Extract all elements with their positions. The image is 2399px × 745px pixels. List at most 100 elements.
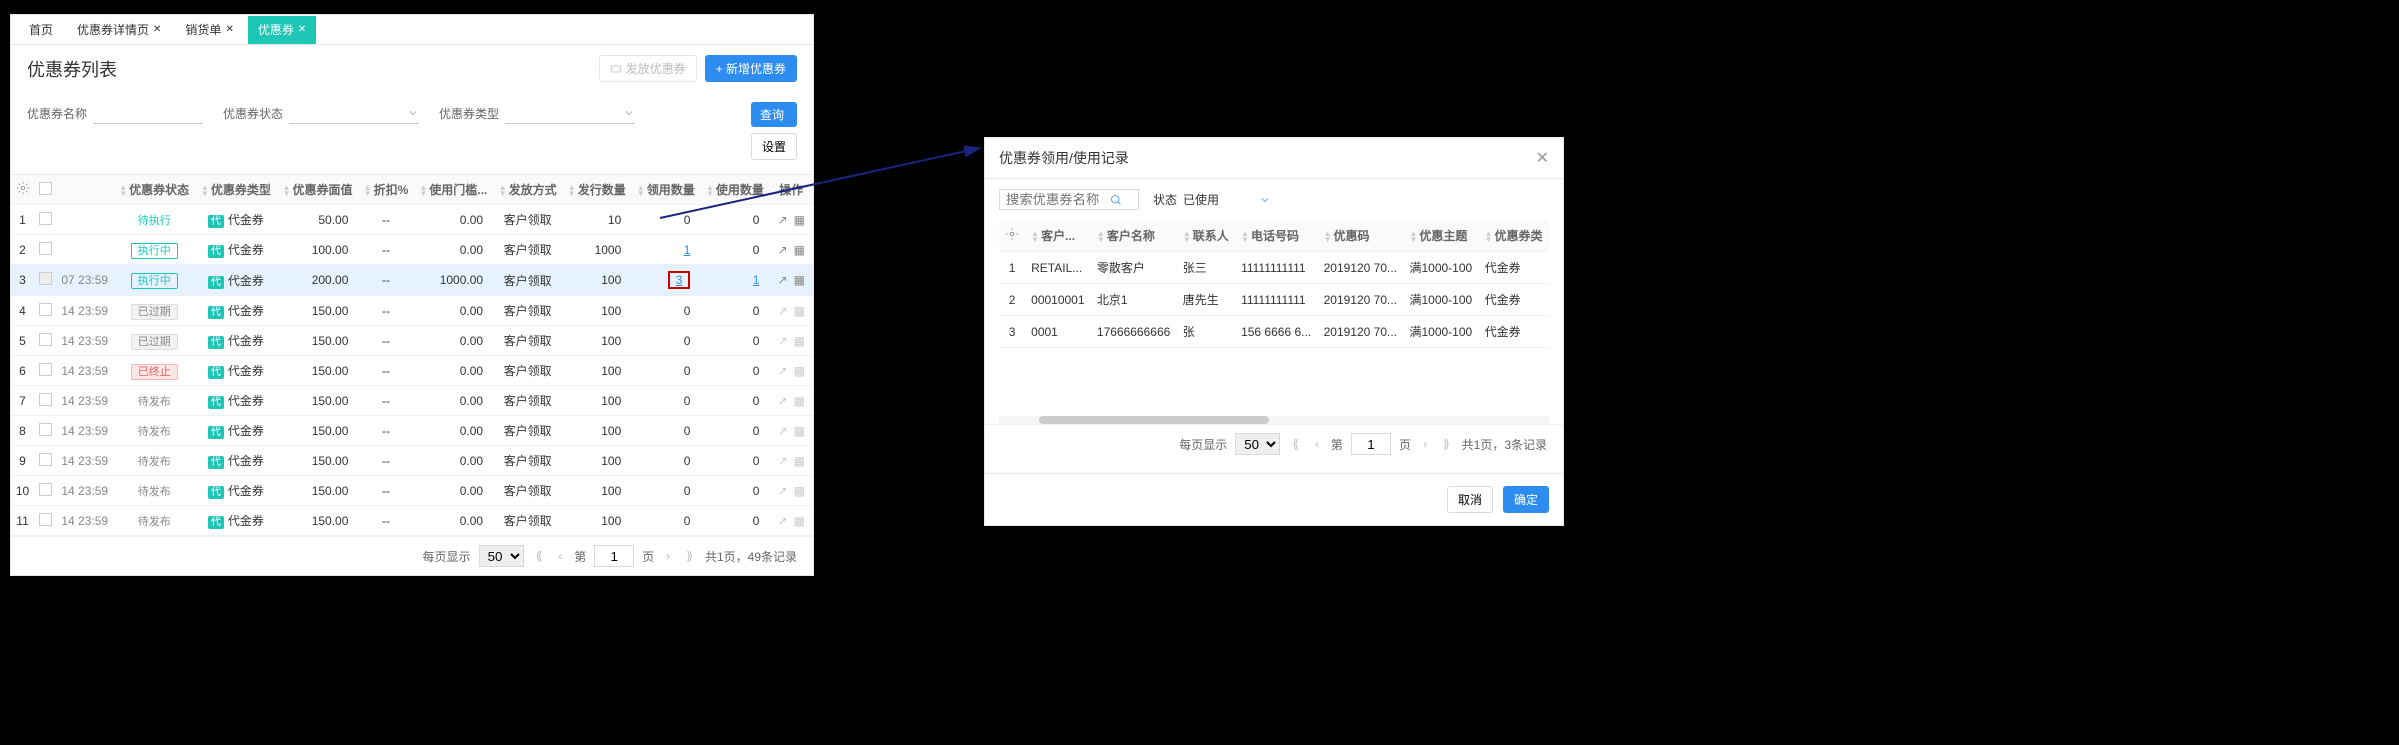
- share-icon[interactable]: ↗: [778, 454, 788, 468]
- column-header[interactable]: ▲▼客户...: [1025, 220, 1091, 252]
- column-header[interactable]: ▲▼优惠主题: [1403, 220, 1478, 252]
- table-row[interactable]: 914 23:59待发布代代金券150.00--0.00客户领取10000↗▦: [11, 446, 813, 476]
- row-checkbox[interactable]: [39, 272, 52, 285]
- per-page-select[interactable]: 50: [479, 545, 524, 567]
- tab-首页[interactable]: 首页: [19, 16, 63, 44]
- qrcode-icon[interactable]: ▦: [794, 394, 805, 408]
- column-header[interactable]: ▲▼优惠券面值: [277, 175, 359, 205]
- last-page-button[interactable]: ⟫: [1439, 437, 1454, 451]
- share-icon[interactable]: ↗: [778, 243, 788, 257]
- qrcode-icon[interactable]: ▦: [794, 213, 805, 227]
- column-header[interactable]: ▲▼优惠券类型: [195, 175, 277, 205]
- column-header[interactable]: ▲▼优惠码: [1318, 220, 1404, 252]
- modal-search-input[interactable]: [1006, 192, 1106, 207]
- search-button[interactable]: 查询: [751, 102, 797, 127]
- column-header[interactable]: [56, 175, 113, 205]
- qrcode-icon[interactable]: ▦: [794, 424, 805, 438]
- table-row[interactable]: 714 23:59待发布代代金券150.00--0.00客户领取10000↗▦: [11, 386, 813, 416]
- qrcode-icon[interactable]: ▦: [794, 514, 805, 528]
- filter-status-select[interactable]: [289, 102, 419, 124]
- ok-button[interactable]: 确定: [1503, 486, 1549, 513]
- taken-count-link[interactable]: 3: [668, 271, 691, 289]
- table-row[interactable]: 814 23:59待发布代代金券150.00--0.00客户领取10000↗▦: [11, 416, 813, 446]
- column-header[interactable]: [999, 220, 1025, 252]
- table-row[interactable]: 307 23:59执行中代代金券200.00--1000.00客户领取10031…: [11, 265, 813, 296]
- qrcode-icon[interactable]: ▦: [794, 364, 805, 378]
- column-header[interactable]: ▲▼使用门槛...: [414, 175, 494, 205]
- table-row[interactable]: 200010001北京1唐先生111111111112019120 70...满…: [999, 284, 1549, 316]
- close-icon[interactable]: ✕: [1536, 148, 1549, 168]
- close-icon[interactable]: ✕: [225, 24, 233, 35]
- share-icon[interactable]: ↗: [778, 364, 788, 378]
- qrcode-icon[interactable]: ▦: [794, 243, 805, 257]
- share-icon[interactable]: ↗: [778, 424, 788, 438]
- first-page-button[interactable]: ⟪: [1288, 437, 1303, 451]
- row-checkbox[interactable]: [39, 423, 52, 436]
- share-icon[interactable]: ↗: [778, 304, 788, 318]
- tab-优惠券详情页[interactable]: 优惠券详情页✕: [67, 16, 171, 44]
- share-icon[interactable]: ↗: [778, 484, 788, 498]
- column-header[interactable]: 操作: [769, 175, 813, 205]
- table-row[interactable]: 614 23:59已终止代代金券150.00--0.00客户领取10000↗▦: [11, 356, 813, 386]
- settings-button[interactable]: 设置: [751, 133, 797, 160]
- column-header[interactable]: ▲▼发放方式: [493, 175, 562, 205]
- first-page-button[interactable]: ⟪: [532, 549, 547, 563]
- column-header[interactable]: ▲▼折扣%: [358, 175, 413, 205]
- page-input[interactable]: [594, 545, 634, 567]
- table-row[interactable]: 1114 23:59待发布代代金券150.00--0.00客户领取10000↗▦: [11, 506, 813, 536]
- taken-count-link[interactable]: 1: [684, 243, 691, 257]
- filter-type-select[interactable]: [505, 102, 635, 124]
- row-checkbox[interactable]: [39, 483, 52, 496]
- per-page-select[interactable]: 50: [1235, 433, 1280, 455]
- modal-search[interactable]: [999, 189, 1139, 210]
- gear-icon[interactable]: [1005, 227, 1019, 241]
- qrcode-icon[interactable]: ▦: [794, 484, 805, 498]
- horizontal-scrollbar[interactable]: [999, 416, 1549, 424]
- row-checkbox[interactable]: [39, 333, 52, 346]
- row-checkbox[interactable]: [39, 453, 52, 466]
- column-header[interactable]: ▲▼使用数量: [700, 175, 769, 205]
- row-checkbox[interactable]: [39, 303, 52, 316]
- table-row[interactable]: 414 23:59已过期代代金券150.00--0.00客户领取10000↗▦: [11, 296, 813, 326]
- table-row[interactable]: 514 23:59已过期代代金券150.00--0.00客户领取10000↗▦: [11, 326, 813, 356]
- row-checkbox[interactable]: [39, 242, 52, 255]
- table-row[interactable]: 1待执行代代金券50.00--0.00客户领取1000↗▦: [11, 205, 813, 235]
- table-row[interactable]: 2执行中代代金券100.00--0.00客户领取100010↗▦: [11, 235, 813, 265]
- column-header[interactable]: ▲▼领用数量: [631, 175, 700, 205]
- qrcode-icon[interactable]: ▦: [794, 273, 805, 287]
- share-icon[interactable]: ↗: [778, 213, 788, 227]
- qrcode-icon[interactable]: ▦: [794, 454, 805, 468]
- add-coupon-button[interactable]: + 新增优惠券: [705, 55, 797, 82]
- column-header[interactable]: ▲▼客户名称: [1091, 220, 1177, 252]
- share-icon[interactable]: ↗: [778, 273, 788, 287]
- column-header[interactable]: ▲▼优惠券状态: [113, 175, 195, 205]
- next-page-button[interactable]: ›: [1419, 437, 1431, 451]
- next-page-button[interactable]: ›: [662, 549, 674, 563]
- share-icon[interactable]: ↗: [778, 514, 788, 528]
- tab-优惠券[interactable]: 优惠券✕: [248, 16, 316, 44]
- modal-state-select[interactable]: 已使用: [1183, 191, 1271, 208]
- column-header[interactable]: ▲▼联系人: [1177, 220, 1235, 252]
- used-count-link[interactable]: 1: [753, 273, 760, 287]
- distribute-coupon-button[interactable]: 发放优惠券: [599, 55, 697, 82]
- column-header[interactable]: ▲▼优惠券类: [1479, 220, 1549, 252]
- row-checkbox[interactable]: [39, 393, 52, 406]
- page-input[interactable]: [1351, 433, 1391, 455]
- column-header[interactable]: [11, 175, 34, 205]
- column-header[interactable]: ▲▼电话号码: [1235, 220, 1318, 252]
- qrcode-icon[interactable]: ▦: [794, 304, 805, 318]
- close-icon[interactable]: ✕: [298, 24, 306, 35]
- table-row[interactable]: 1014 23:59待发布代代金券150.00--0.00客户领取10000↗▦: [11, 476, 813, 506]
- close-icon[interactable]: ✕: [153, 24, 161, 35]
- prev-page-button[interactable]: ‹: [1311, 437, 1323, 451]
- select-all-checkbox[interactable]: [39, 182, 52, 195]
- tab-销货单[interactable]: 销货单✕: [175, 16, 243, 44]
- row-checkbox[interactable]: [39, 212, 52, 225]
- filter-name-input[interactable]: [93, 102, 203, 124]
- last-page-button[interactable]: ⟫: [682, 549, 697, 563]
- share-icon[interactable]: ↗: [778, 394, 788, 408]
- gear-icon[interactable]: [16, 181, 30, 195]
- share-icon[interactable]: ↗: [778, 334, 788, 348]
- column-header[interactable]: [34, 175, 56, 205]
- row-checkbox[interactable]: [39, 363, 52, 376]
